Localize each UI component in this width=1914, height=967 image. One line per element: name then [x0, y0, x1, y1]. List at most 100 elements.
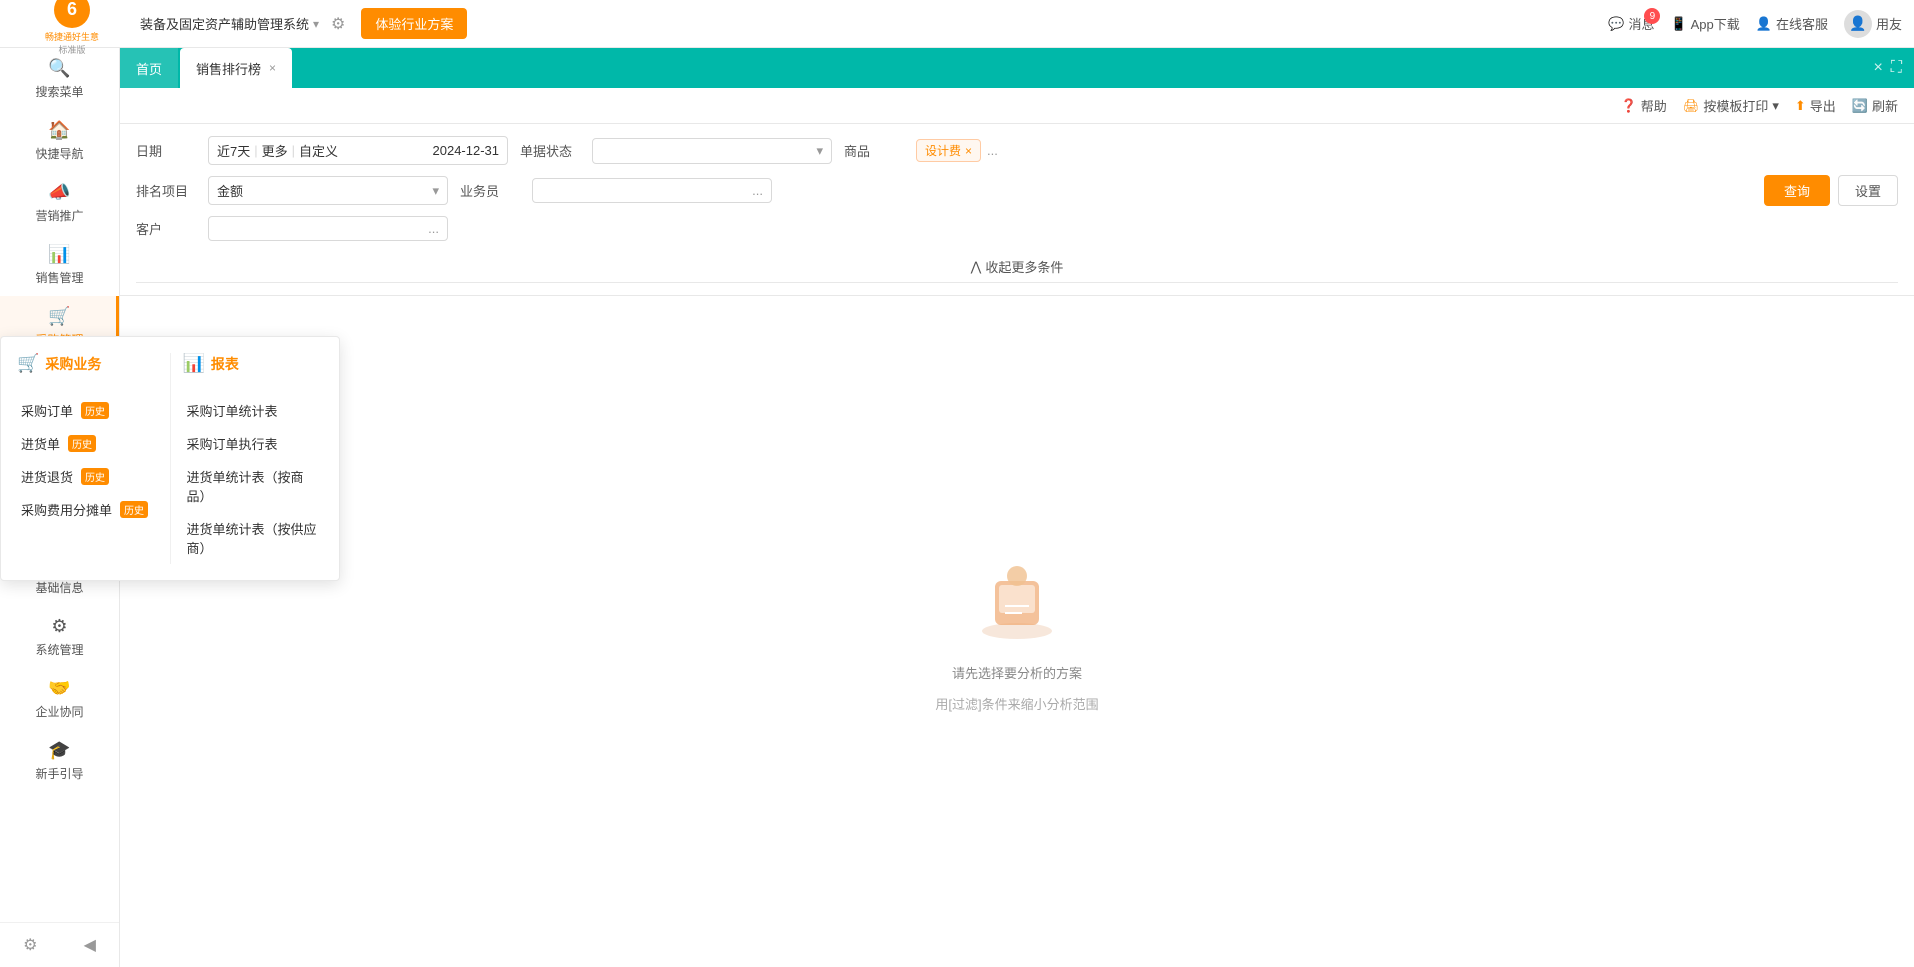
doc-status-picker[interactable]: ▾ — [592, 138, 832, 164]
customer-picker[interactable]: ... — [208, 216, 448, 241]
customer-more[interactable]: ... — [428, 221, 439, 236]
app-download-button[interactable]: 📱 App下载 — [1670, 14, 1739, 33]
help-button[interactable]: ❓ 帮助 — [1621, 96, 1667, 115]
report-item-0[interactable]: 采购订单统计表 — [183, 394, 324, 427]
empty-hint-2: 用[过滤]条件来缩小分析范围 — [935, 694, 1098, 713]
salesperson-picker[interactable]: ... — [532, 178, 772, 203]
logo-text: 畅捷通好生意 — [45, 30, 99, 43]
date-picker[interactable]: 近7天 | 更多 | 自定义 2024-12-31 — [208, 136, 508, 165]
collapse-sidebar-icon[interactable]: ◀ — [84, 935, 96, 955]
enterprise-icon: 🤝 — [48, 678, 70, 699]
export-button[interactable]: ⬆ 导出 — [1795, 96, 1836, 115]
filter-area: 日期 近7天 | 更多 | 自定义 2024-12-31 单据状态 ▾ 商品 — [120, 124, 1914, 296]
settings-icon[interactable]: ⚙ — [331, 14, 345, 34]
sidebar-bottom: ⚙ ◀ — [0, 922, 119, 967]
user-button[interactable]: 👤 用友 — [1844, 10, 1902, 38]
history-badge-2: 历史 — [81, 468, 109, 485]
col1-title-text: 采购业务 — [45, 354, 101, 374]
purchase-icon: 🛒 — [48, 306, 70, 327]
report-col: 📊 报表 采购订单统计表 采购订单执行表 进货单统计表（按商品） 进货单统计表（… — [183, 353, 324, 564]
print-button[interactable]: 🖨 按模板打印 ▾ — [1683, 96, 1779, 115]
tab-bar-end: × ⛶ — [1873, 59, 1914, 77]
sidebar-label-system: 系统管理 — [35, 641, 83, 658]
sidebar-item-nav[interactable]: 🏠 快捷导航 — [0, 110, 119, 172]
online-service-button[interactable]: 👤 在线客服 — [1756, 14, 1828, 33]
purchase-order-item[interactable]: 采购订单 历史 — [17, 394, 158, 427]
query-button[interactable]: 查询 — [1764, 175, 1830, 206]
tab-bar: 首页 销售排行榜 × × ⛶ — [120, 48, 1914, 88]
salesperson-more[interactable]: ... — [752, 183, 763, 198]
content-area: 首页 销售排行榜 × × ⛶ ❓ 帮助 🖨 按模板打印 ▾ ⬆ — [120, 48, 1914, 967]
print-arrow-icon: ▾ — [1772, 98, 1779, 114]
tab-sales-rank[interactable]: 销售排行榜 × — [180, 48, 292, 88]
trial-button[interactable]: 体验行业方案 — [361, 8, 467, 39]
rank-label: 排名项目 — [136, 181, 196, 200]
avatar: 👤 — [1844, 10, 1872, 38]
sidebar-item-search[interactable]: 🔍 搜索菜单 — [0, 48, 119, 110]
goods-tag: 设计费 × — [916, 139, 981, 162]
set-button[interactable]: 设置 — [1838, 175, 1898, 206]
salesperson-label: 业务员 — [460, 181, 520, 200]
logo-icon: 6 — [54, 0, 90, 28]
guide-icon: 🎓 — [48, 740, 70, 761]
goods-filter-area: 设计费 × ... — [916, 139, 998, 162]
title-arrow-icon: ▾ — [313, 17, 319, 31]
service-label: 在线客服 — [1776, 14, 1828, 33]
sidebar-label-marketing: 营销推广 — [35, 207, 83, 224]
search-icon: 🔍 — [48, 58, 70, 79]
filter-row-1: 日期 近7天 | 更多 | 自定义 2024-12-31 单据状态 ▾ 商品 — [136, 136, 1898, 165]
collapse-up-icon: ⋀ — [971, 259, 982, 275]
logo-area: 6 畅捷通好生意 标准版 — [12, 0, 132, 56]
sidebar-item-guide[interactable]: 🎓 新手引导 — [0, 730, 119, 792]
stock-in-label: 进货单 — [21, 434, 60, 453]
sidebar-item-purchase[interactable]: 🛒 采购管理 🛒 采购业务 采购订单 历史 进货单 历史 — [0, 296, 119, 358]
refresh-label: 刷新 — [1872, 96, 1898, 115]
export-icon: ⬆ — [1795, 98, 1806, 114]
settings-bottom-icon[interactable]: ⚙ — [23, 935, 37, 955]
sidebar-item-marketing[interactable]: 📣 营销推广 — [0, 172, 119, 234]
doc-status-label: 单据状态 — [520, 141, 580, 160]
sidebar-label-guide: 新手引导 — [35, 765, 83, 782]
customer-label: 客户 — [136, 219, 196, 238]
tab-close-icon[interactable]: × — [269, 61, 276, 75]
date-preset-custom[interactable]: 自定义 — [299, 141, 338, 160]
goods-tag-close[interactable]: × — [965, 144, 972, 158]
empty-area: 请先选择要分析的方案 用[过滤]条件来缩小分析范围 — [120, 296, 1914, 967]
window-close-icon[interactable]: × — [1873, 59, 1882, 77]
window-expand-icon[interactable]: ⛶ — [1891, 59, 1902, 77]
report-item-2[interactable]: 进货单统计表（按商品） — [183, 460, 324, 512]
collapse-label: 收起更多条件 — [985, 257, 1063, 276]
app-label: App下载 — [1691, 14, 1740, 33]
help-label: 帮助 — [1641, 96, 1667, 115]
sidebar-item-system[interactable]: ⚙ 系统管理 — [0, 606, 119, 668]
system-icon: ⚙ — [51, 616, 67, 637]
sidebar-item-sales[interactable]: 📊 销售管理 — [0, 234, 119, 296]
export-label: 导出 — [1810, 96, 1836, 115]
page-header: ❓ 帮助 🖨 按模板打印 ▾ ⬆ 导出 🔄 刷新 — [120, 88, 1914, 124]
sales-icon: 📊 — [48, 244, 70, 265]
stock-return-item[interactable]: 进货退货 历史 — [17, 460, 158, 493]
date-preset-7days[interactable]: 近7天 — [217, 141, 250, 160]
sidebar-item-enterprise[interactable]: 🤝 企业协同 — [0, 668, 119, 730]
sidebar-label-basic: 基础信息 — [35, 579, 83, 596]
dropdown-divider — [170, 353, 171, 564]
logo-sub: 标准版 — [58, 43, 85, 56]
purchase-business-col: 🛒 采购业务 采购订单 历史 进货单 历史 进货退货 历史 — [17, 353, 158, 564]
rank-value: 金额 — [217, 181, 243, 200]
rank-picker[interactable]: 金额 ▾ — [208, 176, 448, 205]
report-item-1[interactable]: 采购订单执行表 — [183, 427, 324, 460]
message-button[interactable]: 💬 消息 9 — [1608, 14, 1654, 33]
goods-more[interactable]: ... — [987, 143, 998, 158]
print-icon: 🖨 — [1683, 98, 1700, 114]
date-preset-more[interactable]: 更多 — [262, 141, 288, 160]
history-badge-3: 历史 — [120, 501, 148, 518]
refresh-button[interactable]: 🔄 刷新 — [1852, 96, 1898, 115]
collapse-button[interactable]: ⋀ 收起更多条件 — [971, 257, 1064, 276]
stock-in-item[interactable]: 进货单 历史 — [17, 427, 158, 460]
tab-sales-rank-label: 销售排行榜 — [196, 59, 261, 78]
report-item-3[interactable]: 进货单统计表（按供应商） — [183, 512, 324, 564]
history-badge-1: 历史 — [68, 435, 96, 452]
purchase-fee-item[interactable]: 采购费用分摊单 历史 — [17, 493, 158, 526]
tab-home-label: 首页 — [136, 59, 162, 78]
purchase-dropdown: 🛒 采购业务 采购订单 历史 进货单 历史 进货退货 历史 — [0, 336, 340, 581]
